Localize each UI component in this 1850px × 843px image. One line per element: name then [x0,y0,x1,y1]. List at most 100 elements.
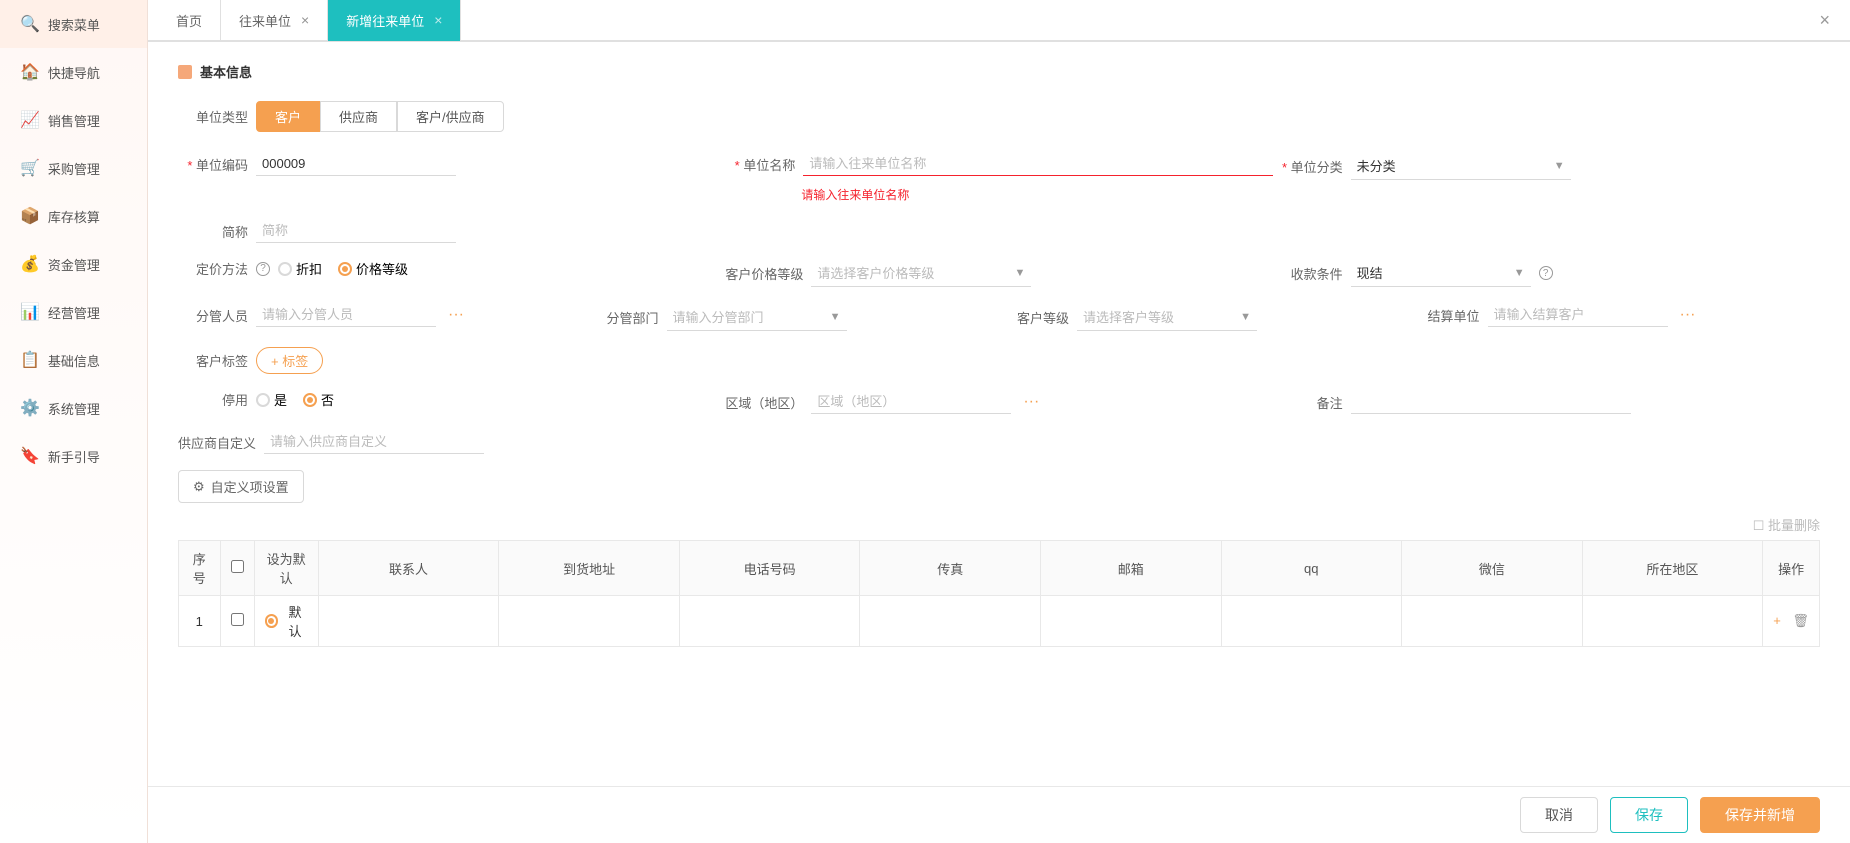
customer-level-label: 客户等级 [999,308,1069,327]
row-add-icon[interactable]: + [1773,613,1781,628]
price-level-arrow: ▼ [1014,267,1025,279]
sidebar-item-guide-label: 新手引导 [48,447,100,466]
payment-terms-arrow: ▼ [1514,267,1525,279]
supplier-custom-label: 供应商自定义 [178,433,256,452]
form-row-tags: 客户标签 + 标签 [178,347,1820,374]
unit-type-btn-both[interactable]: 客户/供应商 [397,101,504,132]
pricing-help-icon[interactable]: ? [256,262,270,276]
settlement-more-icon[interactable]: ··· [1676,306,1700,324]
pricing-radio-level[interactable]: 价格等级 [338,259,408,278]
disabled-radio-no[interactable]: 否 [303,390,334,409]
unit-name-label: 单位名称 [725,155,795,174]
price-level-select[interactable]: 请选择客户价格等级 ▼ [811,259,1031,287]
department-placeholder: 请输入分管部门 [673,307,764,326]
payment-terms-value: 现结 [1357,263,1383,282]
region-input[interactable] [811,390,1011,414]
settlement-input[interactable] [1488,303,1668,327]
manager-more-icon[interactable]: ··· [444,306,468,324]
col-wechat: 微信 [1402,541,1583,596]
sidebar-item-inventory[interactable]: 📦 库存核算 [0,192,147,240]
form-group-region: 区域（地区） ··· [725,390,1272,414]
purchase-icon: 🛒 [20,158,40,178]
custom-settings-button[interactable]: ⚙ 自定义项设置 [178,470,304,503]
col-area: 所在地区 [1582,541,1763,596]
department-select[interactable]: 请输入分管部门 ▼ [667,303,847,331]
form-row-pricing: 定价方法 ? 折扣 价格等级 客户价格等级 请选择客户价格等级 [178,259,1820,287]
search-icon: 🔍 [20,14,40,34]
row-delete-icon[interactable]: 🗑 [1792,613,1809,628]
manager-input[interactable] [256,303,436,327]
region-more-icon[interactable]: ··· [1019,393,1043,411]
tab-partners-label: 往来单位 [239,11,291,30]
remark-input[interactable] [1351,390,1631,414]
row-email-input[interactable] [1051,610,1211,633]
col-default: 设为默认 [254,541,318,596]
row-default-radio[interactable]: 默认 [265,602,308,640]
remark-label: 备注 [1273,393,1343,412]
col-checkbox [220,541,254,596]
pricing-level-label: 价格等级 [356,259,408,278]
tab-partners[interactable]: 往来单位 × [221,0,328,41]
form-group-remark: 备注 [1273,390,1820,414]
form-content: 基本信息 单位类型 客户 供应商 客户/供应商 单位编码 单位名称 [148,42,1850,786]
unit-type-btn-supplier[interactable]: 供应商 [320,101,397,132]
tab-new-partner[interactable]: 新增往来单位 × [328,0,461,41]
sidebar-item-basic-info[interactable]: 📋 基础信息 [0,336,147,384]
operations-icon: 📊 [20,302,40,322]
unit-code-input[interactable] [256,152,456,176]
row-address-input[interactable] [509,610,669,633]
select-all-checkbox[interactable] [231,560,244,573]
row-phone-input[interactable] [690,610,850,633]
sidebar-item-system[interactable]: ⚙️ 系统管理 [0,384,147,432]
payment-terms-select[interactable]: 现结 ▼ [1351,259,1531,287]
row-contact-input[interactable] [329,610,489,633]
tab-new-partner-close[interactable]: × [434,12,442,28]
unit-type-btn-customer[interactable]: 客户 [256,101,320,132]
cancel-button[interactable]: 取消 [1520,797,1598,833]
supplier-custom-input[interactable] [264,430,484,454]
row-wechat-input[interactable] [1412,610,1572,633]
sidebar-item-operations[interactable]: 📊 经营管理 [0,288,147,336]
inventory-icon: 📦 [20,206,40,226]
short-name-input[interactable] [256,219,456,243]
row-default: 默认 [254,596,318,647]
tab-home-label: 首页 [176,11,202,30]
batch-delete-button[interactable]: ☐ 批量删除 [178,515,1820,534]
sidebar-item-sales[interactable]: 📈 销售管理 [0,96,147,144]
guide-icon: 🔖 [20,446,40,466]
sidebar-item-finance[interactable]: 💰 资金管理 [0,240,147,288]
form-group-manager: 分管人员 ··· [178,303,589,327]
short-name-label: 简称 [178,222,248,241]
tab-home[interactable]: 首页 [158,0,221,41]
tab-partners-close[interactable]: × [301,12,309,28]
col-qq: qq [1221,541,1402,596]
save-new-button[interactable]: 保存并新增 [1700,797,1820,833]
customer-level-select[interactable]: 请选择客户等级 ▼ [1077,303,1257,331]
sidebar-item-search[interactable]: 🔍 搜索菜单 [0,0,147,48]
close-all-icon[interactable]: × [1809,10,1840,31]
payment-help-icon[interactable]: ? [1539,266,1553,280]
col-email: 邮箱 [1040,541,1221,596]
payment-terms-label: 收款条件 [1273,264,1343,283]
disabled-radio-yes[interactable]: 是 [256,390,287,409]
sidebar-item-guide[interactable]: 🔖 新手引导 [0,432,147,480]
tag-add-button[interactable]: + 标签 [256,347,323,374]
form-group-unit-category: 单位分类 未分类 ▼ [1273,152,1820,180]
save-button[interactable]: 保存 [1610,797,1688,833]
sidebar-item-finance-label: 资金管理 [48,255,100,274]
unit-category-select[interactable]: 未分类 ▼ [1351,152,1571,180]
col-no: 序号 [179,541,221,596]
row-select-checkbox[interactable] [231,613,244,626]
pricing-method-label: 定价方法 [178,259,248,278]
sidebar-item-quick-nav[interactable]: 🏠 快捷导航 [0,48,147,96]
row-fax-input[interactable] [870,610,1030,633]
unit-name-input[interactable] [803,152,1272,176]
section-icon [178,65,192,79]
pricing-radio-discount[interactable]: 折扣 [278,259,322,278]
system-icon: ⚙️ [20,398,40,418]
row-qq-input[interactable] [1232,610,1392,633]
sidebar-item-purchase[interactable]: 🛒 采购管理 [0,144,147,192]
sidebar-item-search-label: 搜索菜单 [48,15,100,34]
col-contact: 联系人 [318,541,499,596]
row-area-input[interactable] [1593,610,1753,633]
